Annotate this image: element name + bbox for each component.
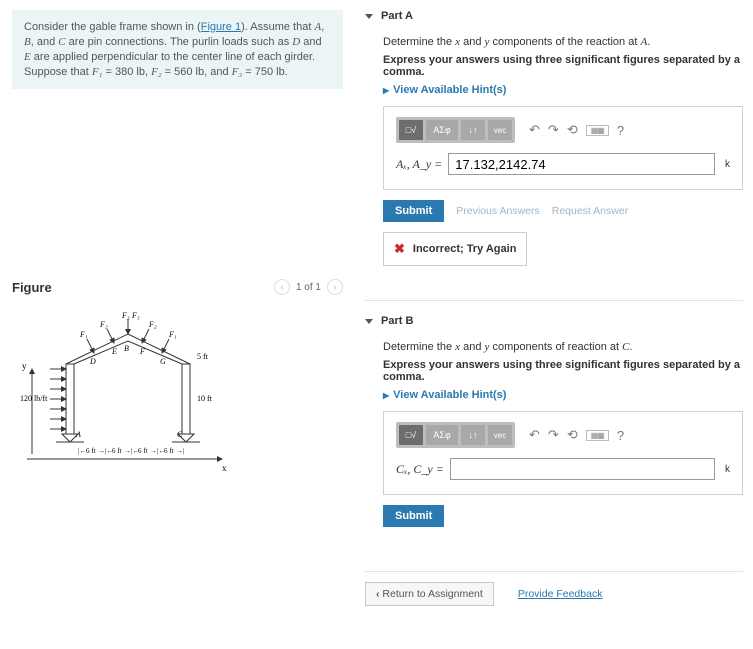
request-answer-link[interactable]: Request Answer	[552, 205, 628, 217]
equation-toolbar: □√ ΑΣφ ↓↑ vec	[396, 422, 515, 448]
part-b-header[interactable]: Part B	[365, 311, 743, 335]
svg-text:x: x	[222, 463, 227, 473]
part-b-instruction: Determine the x and y components of reac…	[383, 341, 743, 353]
svg-text:F₂: F₂	[99, 320, 108, 329]
return-button[interactable]: Return to Assignment	[365, 582, 494, 606]
symbols-tool[interactable]: ΑΣφ	[426, 120, 458, 140]
pager-next[interactable]: ›	[327, 279, 343, 295]
reset-icon[interactable]: ⟲	[567, 122, 578, 138]
svg-text:F₂: F₂	[148, 320, 157, 329]
keyboard-icon[interactable]: ▦▦	[586, 125, 609, 136]
svg-text:→|: →|	[176, 447, 184, 455]
text: Consider the gable frame shown in (	[24, 21, 201, 33]
part-a-hints[interactable]: View Available Hint(s)	[383, 84, 743, 96]
part-b-title: Part B	[381, 315, 413, 327]
redo-icon[interactable]: ↷	[548, 427, 559, 443]
svg-text:6 ft: 6 ft	[138, 447, 148, 455]
previous-answers-link[interactable]: Previous Answers	[456, 205, 539, 217]
part-b-format: Express your answers using three signifi…	[383, 359, 743, 383]
part-b-answer-box: □√ ΑΣφ ↓↑ vec ↶ ↷ ⟲ ▦▦ ? Cₓ, C_y =	[383, 411, 743, 495]
undo-icon[interactable]: ↶	[529, 427, 540, 443]
svg-text:6 ft: 6 ft	[86, 447, 96, 455]
part-a-format: Express your answers using three signifi…	[383, 54, 743, 78]
help-icon[interactable]: ?	[617, 123, 624, 138]
scripts-tool[interactable]: ↓↑	[461, 120, 485, 140]
part-a-instruction: Determine the x and y components of the …	[383, 36, 743, 48]
svg-text:F₁: F₁	[168, 330, 177, 339]
svg-text:F₃: F₃	[121, 311, 130, 320]
reset-icon[interactable]: ⟲	[567, 427, 578, 443]
equation-toolbar: □√ ΑΣφ ↓↑ vec	[396, 117, 515, 143]
templates-tool[interactable]: □√	[399, 425, 423, 445]
help-icon[interactable]: ?	[617, 428, 624, 443]
figure-link[interactable]: Figure 1	[201, 21, 241, 33]
unit-label: k	[725, 159, 730, 170]
part-a-answer-box: □√ ΑΣφ ↓↑ vec ↶ ↷ ⟲ ▦▦ ? Aₓ, A_y =	[383, 106, 743, 190]
problem-statement: Consider the gable frame shown in (Figur…	[12, 10, 343, 89]
svg-text:G: G	[160, 357, 166, 366]
svg-text:D: D	[89, 357, 96, 366]
figure-diagram: x y	[12, 309, 232, 479]
svg-text:F: F	[139, 347, 145, 356]
figure-pager: ‹ 1 of 1 ›	[274, 279, 343, 295]
svg-text:120 lb/ft: 120 lb/ft	[20, 394, 48, 403]
caret-down-icon	[365, 319, 373, 324]
part-a-header[interactable]: Part A	[365, 6, 743, 30]
part-b-eq-label: Cₓ, C_y =	[396, 462, 444, 477]
feedback-text: Incorrect; Try Again	[413, 243, 517, 255]
provide-feedback-link[interactable]: Provide Feedback	[518, 588, 603, 600]
part-a-input[interactable]	[448, 153, 715, 175]
pager-label: 1 of 1	[296, 282, 321, 293]
pager-prev[interactable]: ‹	[274, 279, 290, 295]
unit-label: k	[725, 464, 730, 475]
caret-down-icon	[365, 14, 373, 19]
part-a-feedback: ✖ Incorrect; Try Again	[383, 232, 527, 266]
svg-text:C: C	[177, 430, 183, 439]
svg-text:y: y	[22, 361, 27, 371]
svg-text:B: B	[124, 344, 129, 353]
svg-text:10 ft: 10 ft	[197, 394, 213, 403]
part-a-submit-button[interactable]: Submit	[383, 200, 444, 222]
templates-tool[interactable]: □√	[399, 120, 423, 140]
part-b-submit-button[interactable]: Submit	[383, 505, 444, 527]
scripts-tool[interactable]: ↓↑	[461, 425, 485, 445]
vector-tool[interactable]: vec	[488, 120, 512, 140]
svg-text:5 ft: 5 ft	[197, 352, 209, 361]
part-a-title: Part A	[381, 10, 413, 22]
svg-text:A: A	[75, 430, 81, 439]
incorrect-icon: ✖	[394, 241, 405, 257]
part-a-eq-label: Aₓ, A_y =	[396, 157, 442, 172]
svg-text:6 ft: 6 ft	[164, 447, 174, 455]
svg-text:F₁: F₁	[79, 330, 88, 339]
part-b-hints[interactable]: View Available Hint(s)	[383, 389, 743, 401]
symbols-tool[interactable]: ΑΣφ	[426, 425, 458, 445]
vector-tool[interactable]: vec	[488, 425, 512, 445]
part-b-input[interactable]	[450, 458, 715, 480]
redo-icon[interactable]: ↷	[548, 122, 559, 138]
svg-text:6 ft: 6 ft	[112, 447, 122, 455]
keyboard-icon[interactable]: ▦▦	[586, 430, 609, 441]
svg-text:E: E	[111, 347, 117, 356]
figure-title: Figure	[12, 280, 52, 295]
undo-icon[interactable]: ↶	[529, 122, 540, 138]
svg-text:F₃: F₃	[131, 311, 140, 320]
